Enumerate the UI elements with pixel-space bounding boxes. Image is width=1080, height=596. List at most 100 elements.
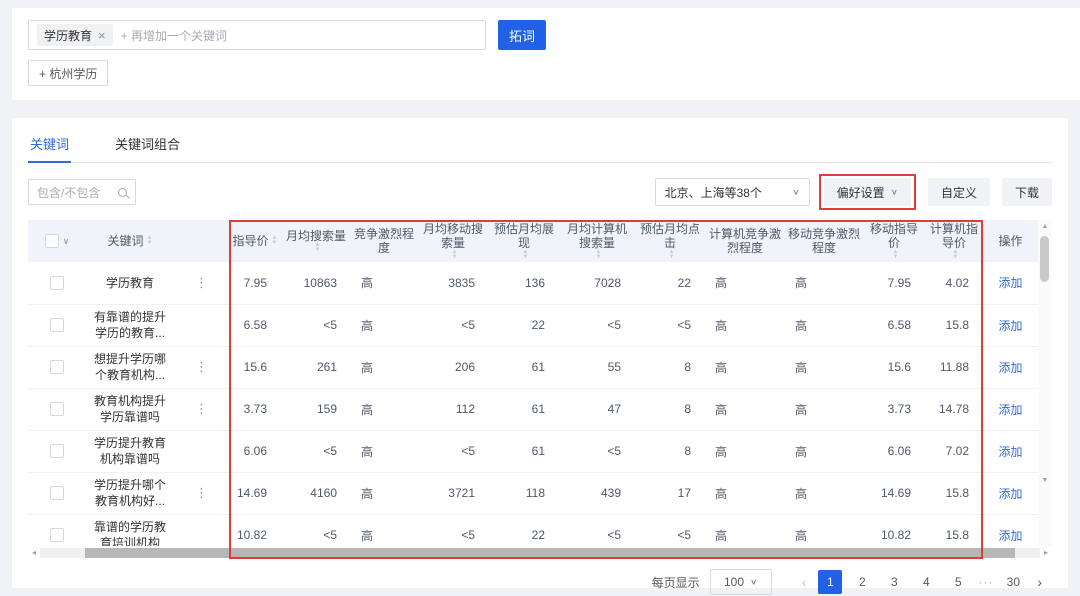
select-dropdown-icon[interactable]: ∨ xyxy=(63,236,70,246)
more-actions-icon[interactable]: ⋮ xyxy=(195,401,208,416)
column-header-actions[interactable]: 操作 xyxy=(983,220,1038,262)
row-checkbox[interactable] xyxy=(50,360,64,375)
row-checkbox[interactable] xyxy=(50,402,64,417)
remove-keyword-icon[interactable]: × xyxy=(98,28,106,43)
scroll-right-icon[interactable]: ▸ xyxy=(1040,548,1052,558)
next-page-icon[interactable]: › xyxy=(1029,574,1050,590)
menu-cell xyxy=(174,514,229,546)
column-header[interactable]: 指导价 ▲ ▼ xyxy=(229,220,281,262)
include-exclude-input[interactable]: 包含/不包含 xyxy=(28,179,136,205)
sort-icon[interactable]: ▲ ▼ xyxy=(147,235,153,246)
add-link[interactable]: 添加 xyxy=(998,487,1022,501)
sort-icon[interactable]: ▲ ▼ xyxy=(953,249,959,260)
keyword-cell: 想提升学历哪个教育机构... xyxy=(86,346,174,389)
column-header-keyword[interactable]: 关键词 ▲ ▼ xyxy=(86,220,174,262)
value-cell: 高 xyxy=(785,472,863,515)
page-button-1[interactable]: 1 xyxy=(818,570,843,594)
keyword-cell: 学历提升哪个教育机构好... xyxy=(86,472,174,515)
sort-icon[interactable]: ▲ ▼ xyxy=(893,249,899,260)
per-page-select[interactable]: 100 ∨ xyxy=(709,569,772,595)
value-cell: 11.88 xyxy=(925,346,983,389)
value-cell: 高 xyxy=(785,430,863,473)
vertical-scrollbar[interactable]: ▲ ▼ xyxy=(1038,220,1052,546)
add-link[interactable]: 添加 xyxy=(998,403,1022,417)
column-header[interactable]: 预估月均展现 ▲ ▼ xyxy=(489,220,559,262)
value-cell: 高 xyxy=(705,388,785,431)
checkbox-cell xyxy=(28,514,86,546)
customize-button[interactable]: 自定义 xyxy=(927,178,990,206)
scroll-left-icon[interactable]: ◂ xyxy=(28,548,40,558)
horizontal-scrollbar-track[interactable] xyxy=(40,547,1040,558)
keyword-text[interactable]: 学历提升教育机构靠谱吗 xyxy=(92,435,168,467)
add-link[interactable]: 添加 xyxy=(998,276,1022,290)
table-header-row: ∨ 关键词 ▲ ▼ 指导价 ▲ ▼ 月均搜索量 ▲ ▼ 竞争激烈程度 月均移动搜索量 ▲ ▼ 预估月均展现 ▲… xyxy=(28,220,1038,262)
keyword-text[interactable]: 想提升学历哪个教育机构... xyxy=(92,351,168,383)
tab-keyword-combos[interactable]: 关键词组合 xyxy=(113,128,182,162)
page-button-4[interactable]: 4 xyxy=(914,570,938,594)
more-actions-icon[interactable]: ⋮ xyxy=(195,485,208,500)
column-header[interactable]: 月均计算机搜索量 ▲ ▼ xyxy=(559,220,635,262)
more-actions-icon[interactable]: ⋮ xyxy=(195,359,208,374)
row-checkbox[interactable] xyxy=(50,276,64,291)
keyword-input[interactable]: 学历教育 × + 再增加一个关键词 xyxy=(28,20,486,50)
include-exclude-placeholder: 包含/不包含 xyxy=(37,185,101,200)
tab-keywords[interactable]: 关键词 xyxy=(28,128,72,163)
add-link[interactable]: 添加 xyxy=(998,319,1022,333)
scroll-down-icon[interactable]: ▼ xyxy=(1038,477,1052,484)
vertical-scrollbar-thumb[interactable] xyxy=(1040,236,1049,282)
value-cell: 4160 xyxy=(281,472,351,515)
row-checkbox[interactable] xyxy=(50,528,64,543)
column-header[interactable]: 移动竞争激烈程度 xyxy=(785,220,863,262)
column-label: 移动竞争激烈程度 xyxy=(788,227,861,255)
keyword-text[interactable]: 教育机构提升学历靠谱吗 xyxy=(92,393,168,425)
keyword-text[interactable]: 学历教育 xyxy=(106,275,154,291)
scroll-up-icon[interactable]: ▲ xyxy=(1038,223,1052,230)
page-button-5[interactable]: 5 xyxy=(946,570,970,594)
value-cell: 6.06 xyxy=(229,430,281,473)
sort-icon[interactable]: ▲ ▼ xyxy=(315,242,321,253)
column-header[interactable]: 计算机指导价 ▲ ▼ xyxy=(925,220,983,262)
page-button-30[interactable]: 30 xyxy=(1001,570,1025,594)
sort-icon[interactable]: ▲ ▼ xyxy=(452,249,458,260)
column-header[interactable]: 月均搜索量 ▲ ▼ xyxy=(281,220,351,262)
expand-words-button[interactable]: 拓词 xyxy=(498,20,546,50)
add-link[interactable]: 添加 xyxy=(998,445,1022,459)
horizontal-scrollbar[interactable]: ◂ ▸ xyxy=(28,547,1052,558)
value-cell: 47 xyxy=(559,388,635,431)
keyword-text[interactable]: 靠谱的学历教育培训机构 xyxy=(92,519,168,546)
keyword-text[interactable]: 有靠谱的提升学历的教育... xyxy=(92,309,168,341)
row-checkbox[interactable] xyxy=(50,444,64,459)
value-cell: 61 xyxy=(489,388,559,431)
download-button[interactable]: 下载 xyxy=(1001,178,1052,206)
value-cell: 高 xyxy=(351,472,417,515)
menu-cell: ⋮ xyxy=(174,388,229,431)
prev-page-icon[interactable]: ‹ xyxy=(794,574,815,590)
row-checkbox[interactable] xyxy=(50,486,64,501)
value-cell: <5 xyxy=(417,304,489,347)
sort-icon[interactable]: ▲ ▼ xyxy=(669,249,675,260)
add-link[interactable]: 添加 xyxy=(998,361,1022,375)
suggestion-chip[interactable]: + 杭州学历 xyxy=(28,60,109,86)
sort-icon[interactable]: ▲ ▼ xyxy=(596,249,602,260)
table-row: 学历提升教育机构靠谱吗 6.06 <5 高 <5 61 <5 8 高高 6.06 7.02 添加 xyxy=(28,430,1038,473)
value-cell: 8 xyxy=(635,430,705,473)
add-link[interactable]: 添加 xyxy=(998,529,1022,543)
select-all-checkbox[interactable] xyxy=(44,234,59,249)
region-select[interactable]: 北京、上海等38个 ∨ xyxy=(654,178,810,206)
horizontal-scrollbar-thumb[interactable] xyxy=(85,547,1015,558)
sort-icon[interactable]: ▲ ▼ xyxy=(523,249,529,260)
column-header[interactable]: 计算机竞争激烈程度 xyxy=(705,220,785,262)
preference-settings-button[interactable]: 偏好设置 ∨ xyxy=(823,178,911,206)
keyword-text[interactable]: 学历提升哪个教育机构好... xyxy=(92,477,168,509)
value-cell: 高 xyxy=(785,346,863,389)
column-header[interactable]: 月均移动搜索量 ▲ ▼ xyxy=(417,220,489,262)
column-header[interactable]: 移动指导价 ▲ ▼ xyxy=(863,220,925,262)
row-checkbox[interactable] xyxy=(50,318,64,333)
page-button-3[interactable]: 3 xyxy=(882,570,906,594)
page-button-2[interactable]: 2 xyxy=(850,570,874,594)
column-header[interactable]: 预估月均点击 ▲ ▼ xyxy=(635,220,705,262)
checkbox-cell xyxy=(28,346,86,389)
more-actions-icon[interactable]: ⋮ xyxy=(195,275,208,290)
sort-icon[interactable]: ▲ ▼ xyxy=(272,235,278,246)
column-header[interactable]: 竞争激烈程度 xyxy=(351,220,417,262)
